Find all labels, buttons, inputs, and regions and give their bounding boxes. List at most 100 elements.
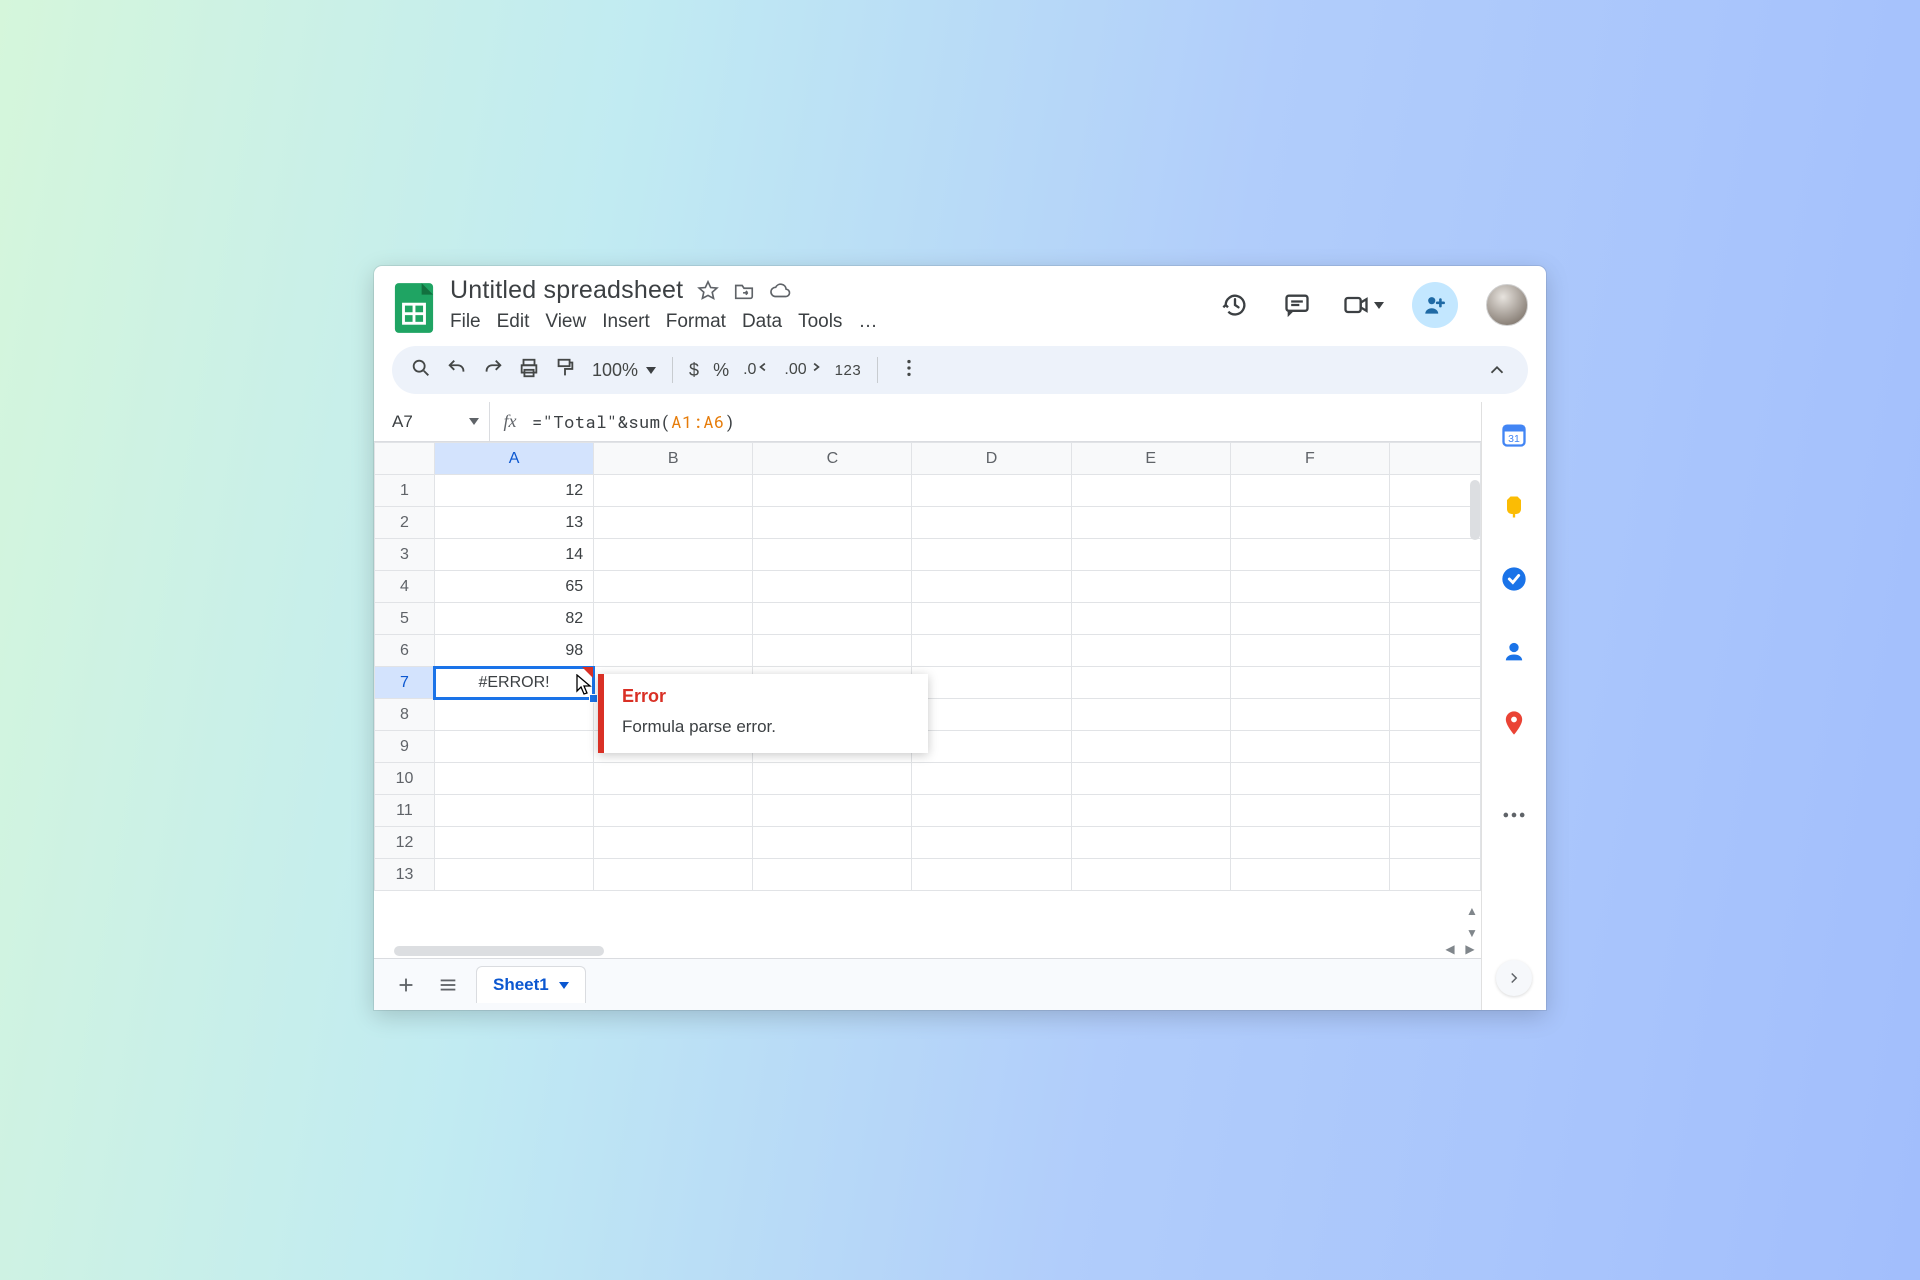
format-currency-button[interactable]: $: [689, 360, 699, 381]
cloud-status-icon[interactable]: [767, 278, 793, 304]
row-header-9[interactable]: 9: [375, 731, 435, 763]
sheets-app-icon[interactable]: [392, 280, 436, 336]
formula-input[interactable]: ="Total"&sum(A1:A6): [530, 410, 1481, 433]
search-icon[interactable]: [410, 357, 432, 384]
google-sheets-window: Untitled spreadsheet File Edit View Inse…: [374, 266, 1546, 1010]
caret-down-icon: [1374, 302, 1384, 309]
menu-format[interactable]: Format: [666, 311, 726, 333]
collapse-side-panel-icon[interactable]: [1496, 960, 1532, 996]
title-bar: Untitled spreadsheet File Edit View Inse…: [374, 266, 1546, 342]
fill-handle[interactable]: [589, 694, 598, 703]
row-header-3[interactable]: 3: [375, 539, 435, 571]
row-header-8[interactable]: 8: [375, 699, 435, 731]
error-indicator-icon: [582, 667, 593, 678]
toolbar-more-icon[interactable]: [898, 357, 920, 384]
document-title[interactable]: Untitled spreadsheet: [450, 276, 683, 305]
cell-B1[interactable]: [594, 475, 753, 507]
menu-more[interactable]: …: [858, 311, 877, 333]
keep-icon[interactable]: [1499, 492, 1529, 522]
caret-down-icon: [559, 982, 569, 989]
cell-A7[interactable]: #ERROR!: [434, 667, 593, 699]
zoom-select[interactable]: 100%: [592, 360, 656, 381]
row-header-1[interactable]: 1: [375, 475, 435, 507]
cell-C1[interactable]: [753, 475, 912, 507]
name-box[interactable]: A7: [374, 402, 490, 441]
cell-D1[interactable]: [912, 475, 1071, 507]
side-panel: 31: [1482, 402, 1546, 1010]
add-sheet-button[interactable]: [392, 971, 420, 999]
maps-icon[interactable]: [1499, 708, 1529, 738]
addons-more-icon[interactable]: [1499, 800, 1529, 830]
row-header-5[interactable]: 5: [375, 603, 435, 635]
caret-down-icon: [646, 367, 656, 374]
scroll-right-icon[interactable]: ▶: [1463, 942, 1477, 956]
decrease-decimal-button[interactable]: .0: [743, 361, 770, 379]
row-header-13[interactable]: 13: [375, 859, 435, 891]
menu-bar: File Edit View Insert Format Data Tools …: [450, 311, 1204, 333]
menu-tools[interactable]: Tools: [798, 311, 842, 333]
collapse-toolbar-icon[interactable]: [1484, 357, 1510, 383]
sheet-tab-bar: Sheet1: [374, 958, 1481, 1010]
menu-data[interactable]: Data: [742, 311, 782, 333]
cell-A5[interactable]: 82: [434, 603, 593, 635]
vertical-scrollbar[interactable]: [1470, 480, 1480, 540]
column-header-E[interactable]: E: [1071, 443, 1230, 475]
column-header-A[interactable]: A: [434, 443, 593, 475]
scroll-left-icon[interactable]: ◀: [1443, 942, 1457, 956]
row-header-2[interactable]: 2: [375, 507, 435, 539]
menu-edit[interactable]: Edit: [497, 311, 530, 333]
error-tooltip-message: Formula parse error.: [622, 717, 910, 737]
menu-insert[interactable]: Insert: [602, 311, 650, 333]
cell-A6[interactable]: 98: [434, 635, 593, 667]
menu-view[interactable]: View: [545, 311, 586, 333]
row-header-12[interactable]: 12: [375, 827, 435, 859]
zoom-value: 100%: [592, 360, 638, 381]
toolbar: 100% $ % .0 .00 123: [392, 346, 1528, 394]
column-header-D[interactable]: D: [912, 443, 1071, 475]
select-all-corner[interactable]: [375, 443, 435, 475]
undo-icon[interactable]: [446, 357, 468, 384]
comments-icon[interactable]: [1280, 288, 1314, 322]
cell-A2[interactable]: 13: [434, 507, 593, 539]
spreadsheet-grid[interactable]: A B C D E F 112 213 314 465 582 698: [374, 442, 1481, 958]
svg-text:31: 31: [1508, 433, 1520, 445]
error-tooltip-title: Error: [622, 686, 910, 707]
cell-A3[interactable]: 14: [434, 539, 593, 571]
all-sheets-button[interactable]: [434, 971, 462, 999]
sheet-tab-label: Sheet1: [493, 975, 549, 995]
format-number-button[interactable]: 123: [835, 362, 862, 379]
move-icon[interactable]: [731, 278, 757, 304]
cell-A1[interactable]: 12: [434, 475, 593, 507]
scroll-up-icon[interactable]: ▲: [1465, 904, 1479, 918]
calendar-icon[interactable]: 31: [1499, 420, 1529, 450]
menu-file[interactable]: File: [450, 311, 481, 333]
print-icon[interactable]: [518, 357, 540, 384]
share-button[interactable]: [1412, 282, 1458, 328]
cell-A4[interactable]: 65: [434, 571, 593, 603]
sheet-tab-sheet1[interactable]: Sheet1: [476, 966, 586, 1003]
meet-button[interactable]: [1342, 291, 1384, 319]
account-avatar[interactable]: [1486, 284, 1528, 326]
row-header-7[interactable]: 7: [375, 667, 435, 699]
row-header-11[interactable]: 11: [375, 795, 435, 827]
redo-icon[interactable]: [482, 357, 504, 384]
column-header-B[interactable]: B: [594, 443, 753, 475]
star-icon[interactable]: [695, 278, 721, 304]
horizontal-scrollbar[interactable]: [394, 946, 604, 956]
row-header-10[interactable]: 10: [375, 763, 435, 795]
row-header-6[interactable]: 6: [375, 635, 435, 667]
cell-F1[interactable]: [1230, 475, 1389, 507]
column-header-C[interactable]: C: [753, 443, 912, 475]
scroll-down-icon[interactable]: ▼: [1465, 926, 1479, 940]
cell-E1[interactable]: [1071, 475, 1230, 507]
format-percent-button[interactable]: %: [713, 360, 729, 381]
contacts-icon[interactable]: [1499, 636, 1529, 666]
fx-icon: fx: [490, 411, 530, 432]
tasks-icon[interactable]: [1499, 564, 1529, 594]
paint-format-icon[interactable]: [554, 357, 576, 384]
row-header-4[interactable]: 4: [375, 571, 435, 603]
version-history-icon[interactable]: [1218, 288, 1252, 322]
increase-decimal-button[interactable]: .00: [784, 361, 820, 379]
column-header-F[interactable]: F: [1230, 443, 1389, 475]
column-header-extra[interactable]: [1389, 443, 1480, 475]
